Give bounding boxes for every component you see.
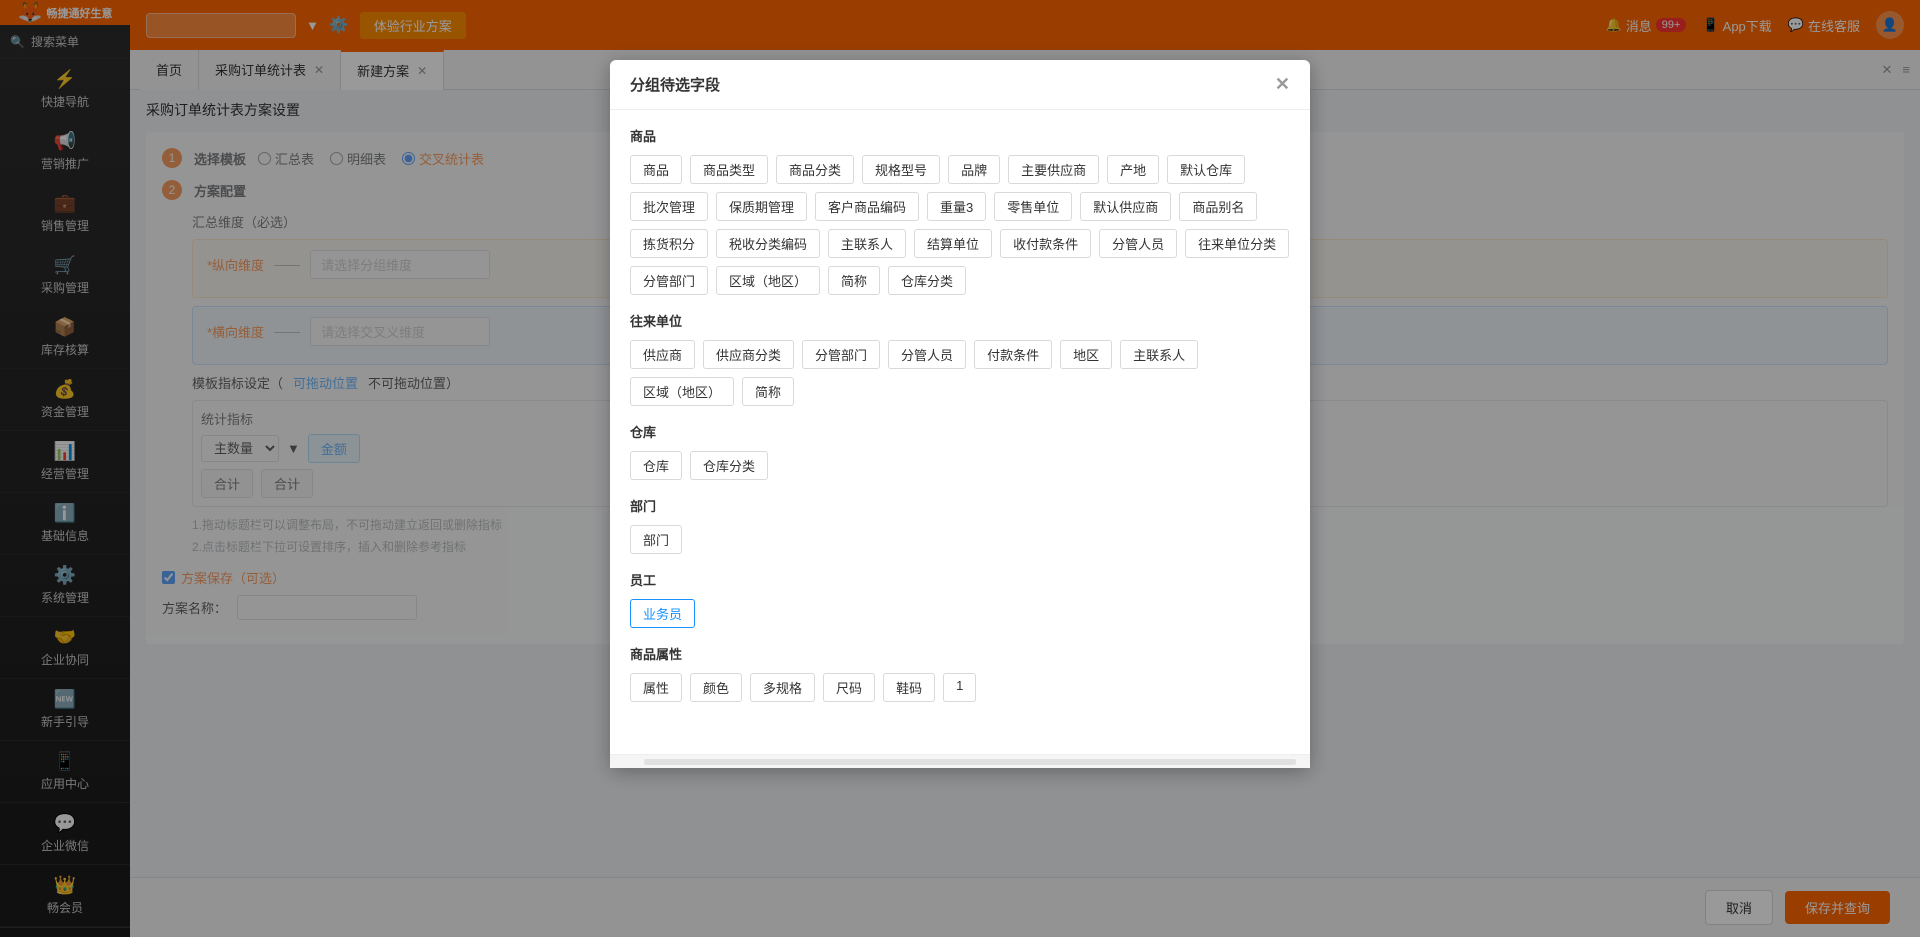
modal-title: 分组待选字段 <box>630 74 720 95</box>
modal-body[interactable]: 商品 商品 商品类型 商品分类 规格型号 品牌 主要供应商 产地 默认仓库 批次… <box>610 110 1310 754</box>
field-weight3[interactable]: 重量3 <box>927 192 986 221</box>
field-short-name[interactable]: 简称 <box>828 266 880 295</box>
modal: 分组待选字段 ✕ 商品 商品 商品类型 商品分类 规格型号 品牌 主要供应商 产… <box>610 60 1310 768</box>
field-pick-score[interactable]: 拣货积分 <box>630 229 708 258</box>
section-goods-fields: 商品 商品类型 商品分类 规格型号 品牌 主要供应商 产地 默认仓库 批次管理 … <box>630 155 1290 295</box>
field-default-warehouse[interactable]: 默认仓库 <box>1167 155 1245 184</box>
section-staff: 员工 业务员 <box>630 570 1290 628</box>
modal-scrollbar[interactable] <box>610 754 1310 768</box>
field-retail-unit[interactable]: 零售单位 <box>994 192 1072 221</box>
field-main-supplier[interactable]: 主要供应商 <box>1008 155 1099 184</box>
field-goods-spec[interactable]: 规格型号 <box>862 155 940 184</box>
field-warehouse-cat[interactable]: 仓库分类 <box>888 266 966 295</box>
field-dept[interactable]: 分管部门 <box>802 340 880 369</box>
field-main-contact[interactable]: 主联系人 <box>828 229 906 258</box>
section-goods-attr-fields: 属性 颜色 多规格 尺码 鞋码 1 <box>630 673 1290 702</box>
field-customer-code[interactable]: 客户商品编码 <box>815 192 919 221</box>
section-goods-attr: 商品属性 属性 颜色 多规格 尺码 鞋码 1 <box>630 644 1290 702</box>
section-goods-attr-title: 商品属性 <box>630 644 1290 663</box>
modal-overlay: 分组待选字段 ✕ 商品 商品 商品类型 商品分类 规格型号 品牌 主要供应商 产… <box>0 0 1920 937</box>
field-goods-type[interactable]: 商品类型 <box>690 155 768 184</box>
field-area-region[interactable]: 区域（地区） <box>716 266 820 295</box>
field-size[interactable]: 尺码 <box>823 673 875 702</box>
field-wh-cat[interactable]: 仓库分类 <box>690 451 768 480</box>
field-attr[interactable]: 属性 <box>630 673 682 702</box>
field-brand[interactable]: 品牌 <box>948 155 1000 184</box>
field-batch-mgmt[interactable]: 批次管理 <box>630 192 708 221</box>
field-short2[interactable]: 简称 <box>742 377 794 406</box>
field-default-supplier[interactable]: 默认供应商 <box>1080 192 1171 221</box>
section-counterparty: 往来单位 供应商 供应商分类 分管部门 分管人员 付款条件 地区 主联系人 区域… <box>630 311 1290 406</box>
field-tax-code[interactable]: 税收分类编码 <box>716 229 820 258</box>
field-goods-alias[interactable]: 商品别名 <box>1179 192 1257 221</box>
section-goods: 商品 商品 商品类型 商品分类 规格型号 品牌 主要供应商 产地 默认仓库 批次… <box>630 126 1290 295</box>
section-warehouse: 仓库 仓库 仓库分类 <box>630 422 1290 480</box>
field-dept-field[interactable]: 部门 <box>630 525 682 554</box>
field-shelf-life[interactable]: 保质期管理 <box>716 192 807 221</box>
field-one[interactable]: 1 <box>943 673 976 702</box>
field-staff[interactable]: 分管人员 <box>888 340 966 369</box>
field-shoe-code[interactable]: 鞋码 <box>883 673 935 702</box>
section-warehouse-fields: 仓库 仓库分类 <box>630 451 1290 480</box>
section-staff-fields: 业务员 <box>630 599 1290 628</box>
section-counterparty-title: 往来单位 <box>630 311 1290 330</box>
field-multi-spec[interactable]: 多规格 <box>750 673 815 702</box>
field-region[interactable]: 地区 <box>1060 340 1112 369</box>
section-goods-title: 商品 <box>630 126 1290 145</box>
field-admin-staff[interactable]: 分管人员 <box>1099 229 1177 258</box>
field-supplier[interactable]: 供应商 <box>630 340 695 369</box>
extra-space <box>630 718 1290 738</box>
field-supplier-cat[interactable]: 供应商分类 <box>703 340 794 369</box>
modal-header: 分组待选字段 ✕ <box>610 60 1310 110</box>
field-goods-category[interactable]: 商品分类 <box>776 155 854 184</box>
field-payment-terms[interactable]: 收付款条件 <box>1000 229 1091 258</box>
field-color[interactable]: 颜色 <box>690 673 742 702</box>
section-dept-fields: 部门 <box>630 525 1290 554</box>
field-area2[interactable]: 区域（地区） <box>630 377 734 406</box>
section-dept-title: 部门 <box>630 496 1290 515</box>
field-sales-rep[interactable]: 业务员 <box>630 599 695 628</box>
field-origin[interactable]: 产地 <box>1107 155 1159 184</box>
field-contact[interactable]: 主联系人 <box>1120 340 1198 369</box>
field-src-unit-cat[interactable]: 往来单位分类 <box>1185 229 1289 258</box>
section-dept: 部门 部门 <box>630 496 1290 554</box>
section-staff-title: 员工 <box>630 570 1290 589</box>
section-warehouse-title: 仓库 <box>630 422 1290 441</box>
field-goods[interactable]: 商品 <box>630 155 682 184</box>
field-settlement-unit[interactable]: 结算单位 <box>914 229 992 258</box>
field-payment-cond[interactable]: 付款条件 <box>974 340 1052 369</box>
section-counterparty-fields: 供应商 供应商分类 分管部门 分管人员 付款条件 地区 主联系人 区域（地区） … <box>630 340 1290 406</box>
modal-close-button[interactable]: ✕ <box>1275 74 1290 95</box>
field-admin-dept[interactable]: 分管部门 <box>630 266 708 295</box>
scroll-thumb[interactable] <box>644 759 1296 765</box>
field-wh[interactable]: 仓库 <box>630 451 682 480</box>
